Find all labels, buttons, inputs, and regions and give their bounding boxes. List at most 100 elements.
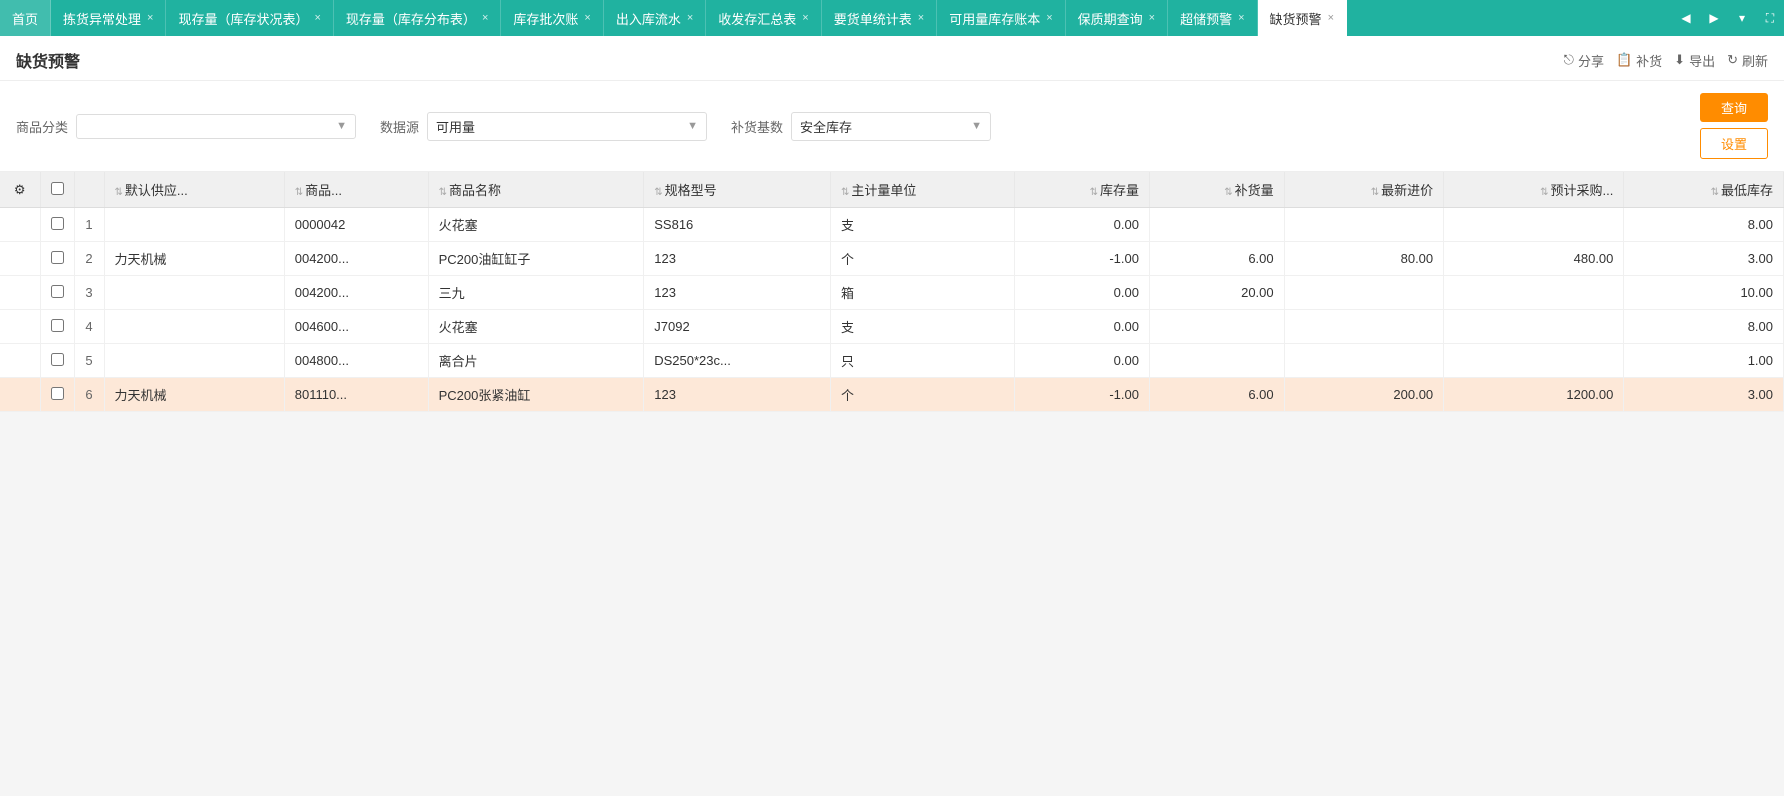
row-unit: 支	[830, 310, 1014, 344]
tab-menu-btn[interactable]: ▾	[1728, 0, 1756, 36]
tab-shortage[interactable]: 缺货预警×	[1258, 0, 1347, 36]
row-checkbox-cell[interactable]	[40, 276, 74, 310]
tab-fullscreen-btn[interactable]: ⛶	[1756, 0, 1784, 36]
row-checkbox[interactable]	[51, 217, 64, 230]
row-checkbox[interactable]	[51, 251, 64, 264]
th-checkbox[interactable]	[40, 172, 74, 208]
select-all-checkbox[interactable]	[51, 182, 64, 195]
row-stock-qty: 0.00	[1015, 208, 1150, 242]
tab-close-icon[interactable]: ×	[1149, 13, 1155, 24]
share-icon: ⎋	[1564, 52, 1574, 68]
settings-button[interactable]: 设置	[1700, 128, 1768, 159]
tab-close-icon[interactable]: ×	[802, 13, 808, 24]
th-settings[interactable]: ⚙	[0, 172, 40, 208]
row-number: 6	[74, 378, 104, 412]
row-spec: 123	[644, 242, 831, 276]
th-unit[interactable]: ⇅主计量单位	[830, 172, 1014, 208]
row-checkbox[interactable]	[51, 387, 64, 400]
tab-home[interactable]: 首页	[0, 0, 51, 36]
tab-demand-stat[interactable]: 要货单统计表×	[822, 0, 937, 36]
th-spec[interactable]: ⇅规格型号	[644, 172, 831, 208]
th-stock-qty[interactable]: ⇅库存量	[1015, 172, 1150, 208]
table-row: 3 004200... 三九 123 箱 0.00 20.00 10.00	[0, 276, 1784, 310]
row-latest-price	[1284, 276, 1444, 310]
row-supplier	[104, 310, 284, 344]
replenish-base-select[interactable]: 安全库存 ▼	[791, 112, 991, 141]
tab-available-ledger[interactable]: 可用量库存账本×	[937, 0, 1065, 36]
tab-close-icon[interactable]: ×	[482, 13, 488, 24]
row-checkbox-cell[interactable]	[40, 378, 74, 412]
replenish-btn[interactable]: 📋 补货	[1616, 51, 1662, 70]
header-row: ⚙ ⇅默认供应... ⇅商品... ⇅商品名称 ⇅规格型号 ⇅主计量单位 ⇅库存…	[0, 172, 1784, 208]
row-checkbox-cell[interactable]	[40, 208, 74, 242]
row-min-stock: 1.00	[1624, 344, 1784, 378]
table-row: 4 004600... 火花塞 J7092 支 0.00 8.00	[0, 310, 1784, 344]
table-container: ⚙ ⇅默认供应... ⇅商品... ⇅商品名称 ⇅规格型号 ⇅主计量单位 ⇅库存…	[0, 172, 1784, 412]
tab-close-icon[interactable]: ×	[1328, 13, 1334, 24]
export-btn[interactable]: ⬇ 导出	[1674, 51, 1715, 70]
row-spec: 123	[644, 276, 831, 310]
row-spec: DS250*23c...	[644, 344, 831, 378]
tab-prev-btn[interactable]: ◀	[1672, 0, 1700, 36]
th-product-code[interactable]: ⇅商品...	[284, 172, 428, 208]
row-replenish-qty	[1149, 208, 1284, 242]
tab-batch-account[interactable]: 库存批次账×	[501, 0, 603, 36]
row-latest-price	[1284, 208, 1444, 242]
th-latest-price[interactable]: ⇅最新进价	[1284, 172, 1444, 208]
row-number: 5	[74, 344, 104, 378]
row-est-purchase: 1200.00	[1444, 378, 1624, 412]
row-replenish-qty: 6.00	[1149, 242, 1284, 276]
th-est-purchase[interactable]: ⇅预计采购...	[1444, 172, 1624, 208]
tab-close-icon[interactable]: ×	[1238, 13, 1244, 24]
row-product-name: 离合片	[428, 344, 644, 378]
th-min-stock[interactable]: ⇅最低库存	[1624, 172, 1784, 208]
tab-close-icon[interactable]: ×	[584, 13, 590, 24]
tab-inout-flow[interactable]: 出入库流水×	[604, 0, 706, 36]
row-checkbox-cell[interactable]	[40, 310, 74, 344]
tab-abnormal[interactable]: 拣货异常处理×	[51, 0, 166, 36]
row-est-purchase	[1444, 310, 1624, 344]
row-spec: 123	[644, 378, 831, 412]
th-product-name[interactable]: ⇅商品名称	[428, 172, 644, 208]
row-checkbox[interactable]	[51, 285, 64, 298]
category-value	[85, 119, 89, 134]
tab-expiry-query[interactable]: 保质期查询×	[1066, 0, 1168, 36]
row-stock-qty: 0.00	[1015, 276, 1150, 310]
tab-label: 现存量（库存状况表）	[178, 9, 308, 28]
th-replenish-qty[interactable]: ⇅补货量	[1149, 172, 1284, 208]
row-gear-cell	[0, 242, 40, 276]
row-spec: J7092	[644, 310, 831, 344]
tab-next-btn[interactable]: ▶	[1700, 0, 1728, 36]
tab-overstock[interactable]: 超储预警×	[1168, 0, 1257, 36]
category-select[interactable]: ▼	[76, 114, 356, 139]
share-btn[interactable]: ⎋ 分享	[1564, 51, 1604, 70]
tab-label: 收发存汇总表	[718, 9, 796, 28]
refresh-btn[interactable]: ↻ 刷新	[1727, 51, 1768, 70]
datasource-filter-group: 数据源 可用量 ▼	[380, 112, 707, 141]
tab-inventory-status[interactable]: 现存量（库存状况表） ×	[166, 0, 333, 36]
table-row: 6 力天机械 801110... PC200张紧油缸 123 个 -1.00 6…	[0, 378, 1784, 412]
row-checkbox-cell[interactable]	[40, 344, 74, 378]
row-supplier: 力天机械	[104, 378, 284, 412]
table-body: 1 0000042 火花塞 SS816 支 0.00 8.00 2 力天机械 0…	[0, 208, 1784, 412]
tab-inventory-dist[interactable]: 现存量（库存分布表） ×	[334, 0, 501, 36]
row-est-purchase: 480.00	[1444, 242, 1624, 276]
tab-close-icon[interactable]: ×	[314, 13, 320, 24]
row-latest-price	[1284, 344, 1444, 378]
datasource-select[interactable]: 可用量 ▼	[427, 112, 707, 141]
row-replenish-qty	[1149, 344, 1284, 378]
tab-close-icon[interactable]: ×	[1046, 13, 1052, 24]
query-button[interactable]: 查询	[1700, 93, 1768, 122]
tab-collect-summary[interactable]: 收发存汇总表 ×	[706, 0, 821, 36]
row-checkbox[interactable]	[51, 319, 64, 332]
tab-close-icon[interactable]: ×	[918, 13, 924, 24]
category-filter-group: 商品分类 ▼	[16, 114, 356, 139]
row-product-code: 004200...	[284, 276, 428, 310]
row-checkbox-cell[interactable]	[40, 242, 74, 276]
tab-close-icon[interactable]: ×	[687, 13, 693, 24]
tab-close-icon[interactable]: ×	[147, 13, 153, 24]
row-checkbox[interactable]	[51, 353, 64, 366]
tab-label: 现存量（库存分布表）	[346, 9, 476, 28]
replenish-icon: 📋	[1616, 52, 1632, 68]
th-default-supplier[interactable]: ⇅默认供应...	[104, 172, 284, 208]
